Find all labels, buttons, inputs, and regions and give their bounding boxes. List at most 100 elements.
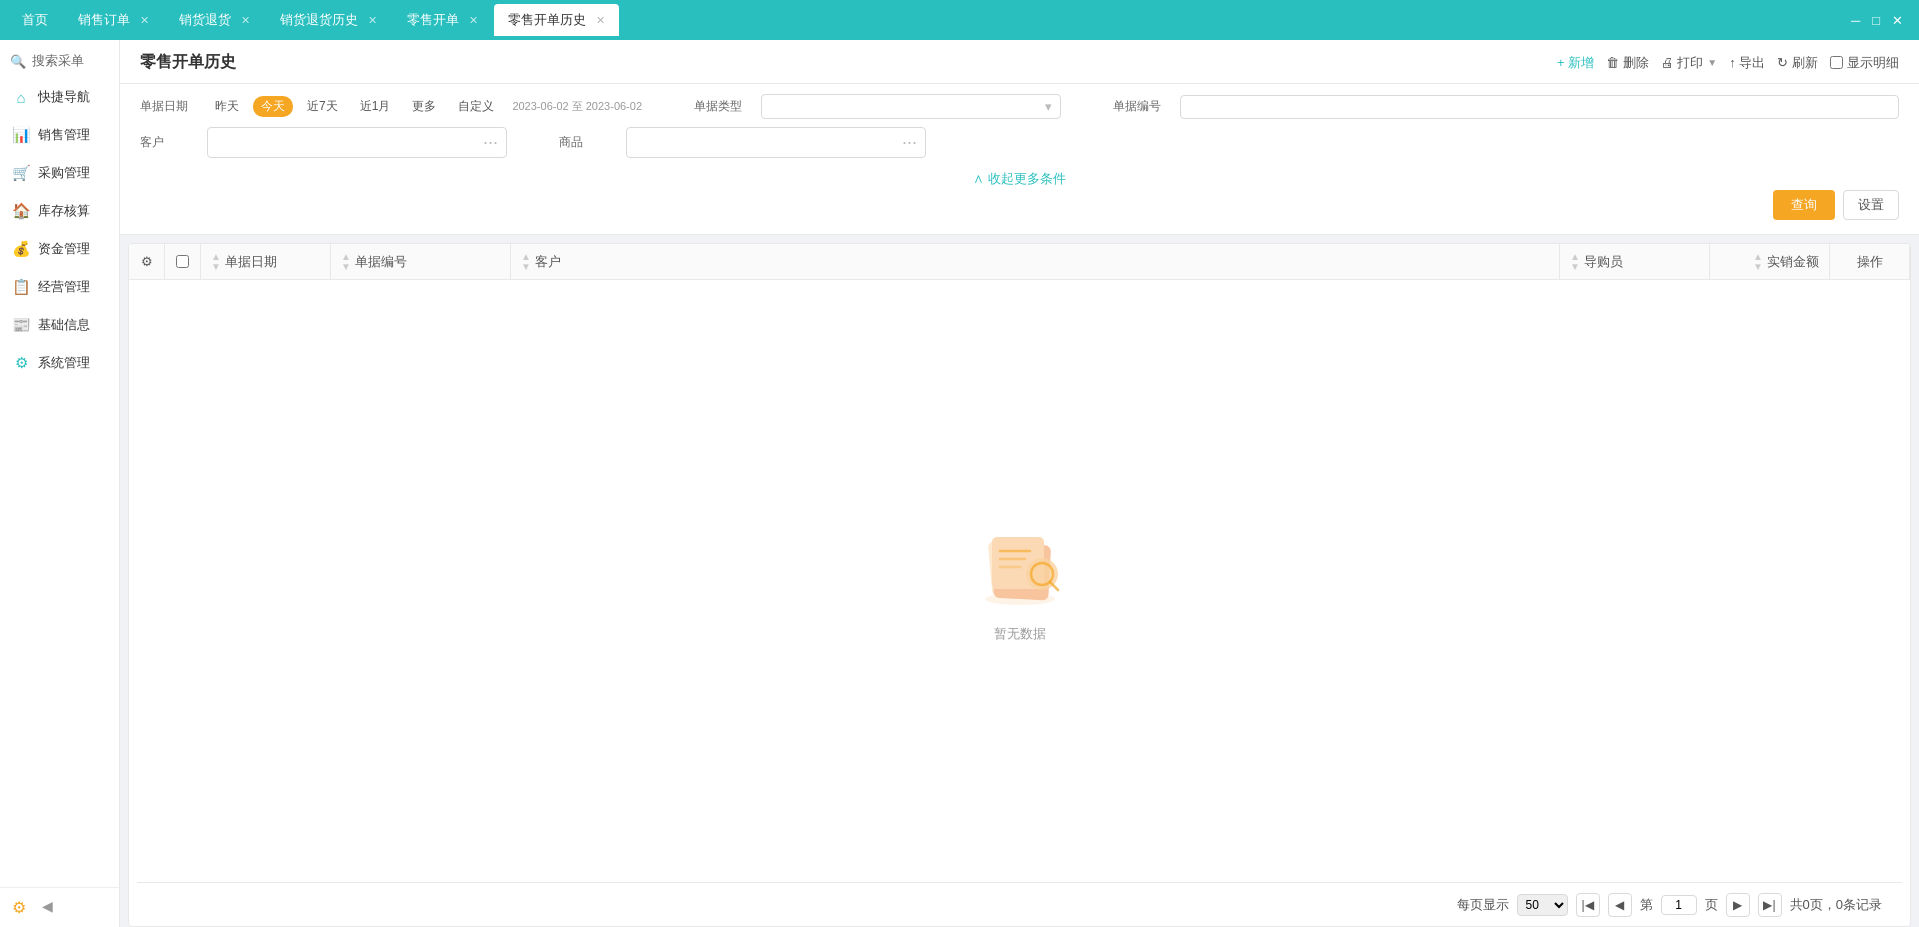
page-last-btn[interactable]: ▶| <box>1758 893 1782 917</box>
display-detail-toggle[interactable]: 显示明细 <box>1830 54 1899 72</box>
page-label: 第 <box>1640 896 1653 914</box>
date-btn-more[interactable]: 更多 <box>404 96 444 117</box>
product-input[interactable]: ··· <box>626 127 926 158</box>
purchase-icon: 🛒 <box>12 164 30 182</box>
sidebar-item-nav-guide[interactable]: ⌂ 快捷导航 <box>0 78 119 116</box>
sales-icon: 📊 <box>12 126 30 144</box>
page-size-select[interactable]: 50 100 200 <box>1517 894 1568 916</box>
page-title: 零售开单历史 <box>140 52 236 73</box>
client-label: 客户 <box>140 134 195 151</box>
empty-text: 暂无数据 <box>994 625 1046 643</box>
date-btn-last7[interactable]: 近7天 <box>299 96 346 117</box>
basic-icon: 📰 <box>12 316 30 334</box>
tab-close-retail-open[interactable]: ✕ <box>469 14 478 27</box>
refresh-button[interactable]: ↻ 刷新 <box>1777 54 1818 72</box>
export-button[interactable]: ↑ 导出 <box>1729 54 1765 72</box>
date-btn-last1m[interactable]: 近1月 <box>352 96 399 117</box>
table-container: ⚙ ▲▼ 单据日期 ▲▼ 单据编号 ▲▼ 客户 ▲▼ <box>128 243 1911 927</box>
page-header: 零售开单历史 + 新增 🗑 删除 🖨 打印 ▼ ↑ 导出 <box>120 40 1919 84</box>
sidebar-bottom: ⚙ ◀ <box>0 887 119 927</box>
tab-home[interactable]: 首页 <box>8 4 62 36</box>
chevron-down-icon: ▾ <box>1045 99 1052 114</box>
empty-state: 暂无数据 <box>129 280 1910 882</box>
setting-button[interactable]: 设置 <box>1843 190 1899 220</box>
client-ellipsis-icon[interactable]: ··· <box>483 132 498 153</box>
sort-icon-num: ▲▼ <box>341 252 351 272</box>
tab-close-retail-open-history[interactable]: ✕ <box>596 14 605 27</box>
sidebar-item-nav-inventory[interactable]: 🏠 库存核算 <box>0 192 119 230</box>
page-number-input[interactable] <box>1661 895 1697 915</box>
filter-row-1: 单据日期 昨天 今天 近7天 近1月 更多 自定义 2023-06-02 至 2… <box>140 94 1899 119</box>
sidebar-search[interactable]: 🔍 搜索采单 <box>0 40 119 78</box>
tab-retail-open[interactable]: 零售开单 ✕ <box>393 4 492 36</box>
select-all-checkbox[interactable] <box>176 255 189 268</box>
product-ellipsis-icon[interactable]: ··· <box>902 132 917 153</box>
order-type-label: 单据类型 <box>694 98 749 115</box>
content-area: 零售开单历史 + 新增 🗑 删除 🖨 打印 ▼ ↑ 导出 <box>120 40 1919 927</box>
th-check[interactable] <box>165 244 201 279</box>
settings-bottom-icon[interactable]: ⚙ <box>12 898 26 917</box>
sidebar-item-nav-basic[interactable]: 📰 基础信息 <box>0 306 119 344</box>
th-client[interactable]: ▲▼ 客户 <box>511 244 1560 279</box>
date-btn-yesterday[interactable]: 昨天 <box>207 96 247 117</box>
tab-close-sales-return-history[interactable]: ✕ <box>368 14 377 27</box>
order-type-select[interactable]: ▾ <box>761 94 1061 119</box>
order-num-label: 单据编号 <box>1113 98 1168 115</box>
sidebar-item-nav-sales[interactable]: 📊 销售管理 <box>0 116 119 154</box>
page-next-btn[interactable]: ▶ <box>1726 893 1750 917</box>
sort-icon-client: ▲▼ <box>521 252 531 272</box>
date-btn-custom[interactable]: 自定义 <box>450 96 502 117</box>
th-num[interactable]: ▲▼ 单据编号 <box>331 244 511 279</box>
top-tabbar: 首页 销售订单 ✕ 销货退货 ✕ 销货退货历史 ✕ 零售开单 ✕ 零售开单历史 … <box>0 0 1919 40</box>
system-icon: ⚙ <box>12 354 30 372</box>
date-btn-today[interactable]: 今天 <box>253 96 293 117</box>
page-title-row: 零售开单历史 + 新增 🗑 删除 🖨 打印 ▼ ↑ 导出 <box>140 52 1899 73</box>
order-num-input[interactable] <box>1180 95 1899 119</box>
print-dropdown-icon[interactable]: ▼ <box>1707 57 1717 68</box>
date-range-display: 2023-06-02 至 2023-06-02 <box>512 99 642 114</box>
delete-button[interactable]: 🗑 删除 <box>1606 54 1649 72</box>
main-layout: 🔍 搜索采单 ⌂ 快捷导航 📊 销售管理 🛒 采购管理 🏠 库存核算 💰 资金管… <box>0 40 1919 927</box>
settings-icon: ⚙ <box>141 254 153 269</box>
pagination: 每页显示 50 100 200 |◀ ◀ 第 页 ▶ ▶| 共0页，0条记录 <box>137 882 1902 926</box>
sidebar-item-nav-finance[interactable]: 💰 资金管理 <box>0 230 119 268</box>
table-header: ⚙ ▲▼ 单据日期 ▲▼ 单据编号 ▲▼ 客户 ▲▼ <box>129 244 1910 280</box>
tab-close-sales-return[interactable]: ✕ <box>241 14 250 27</box>
close-window-icon[interactable]: ✕ <box>1892 13 1903 28</box>
page-prev-btn[interactable]: ◀ <box>1608 893 1632 917</box>
display-detail-checkbox[interactable] <box>1830 56 1843 69</box>
query-button[interactable]: 查询 <box>1773 190 1835 220</box>
finance-icon: 💰 <box>12 240 30 258</box>
filter-area: 单据日期 昨天 今天 近7天 近1月 更多 自定义 2023-06-02 至 2… <box>120 84 1919 235</box>
sidebar-item-nav-purchase[interactable]: 🛒 采购管理 <box>0 154 119 192</box>
tab-retail-open-history[interactable]: 零售开单历史 ✕ <box>494 4 619 36</box>
page-first-btn[interactable]: |◀ <box>1576 893 1600 917</box>
tab-close-sales-order[interactable]: ✕ <box>140 14 149 27</box>
print-button[interactable]: 🖨 打印 ▼ <box>1661 54 1718 72</box>
toolbar: + 新增 🗑 删除 🖨 打印 ▼ ↑ 导出 ↻ 刷新 <box>1557 54 1899 72</box>
minimize-icon[interactable]: ─ <box>1851 13 1860 28</box>
operation-icon: 📋 <box>12 278 30 296</box>
tab-sales-return[interactable]: 销货退货 ✕ <box>165 4 264 36</box>
add-button[interactable]: + 新增 <box>1557 54 1594 72</box>
th-guide[interactable]: ▲▼ 导购员 <box>1560 244 1710 279</box>
th-amount[interactable]: ▲▼ 实销金额 <box>1710 244 1830 279</box>
sidebar-item-nav-operation[interactable]: 📋 经营管理 <box>0 268 119 306</box>
window-controls: ─ □ ✕ <box>1851 13 1911 28</box>
home-icon: ⌂ <box>12 89 30 106</box>
search-icon: 🔍 <box>10 54 26 69</box>
sidebar-item-nav-system[interactable]: ⚙ 系统管理 <box>0 344 119 382</box>
tab-sales-return-history[interactable]: 销货退货历史 ✕ <box>266 4 391 36</box>
date-label: 单据日期 <box>140 98 195 115</box>
filter-row-2: 客户 ··· 商品 ··· <box>140 127 1899 158</box>
collapse-sidebar-icon[interactable]: ◀ <box>42 898 53 917</box>
sort-icon-guide: ▲▼ <box>1570 252 1580 272</box>
sort-icon-amount: ▲▼ <box>1753 252 1763 272</box>
maximize-icon[interactable]: □ <box>1872 13 1880 28</box>
th-settings[interactable]: ⚙ <box>129 244 165 279</box>
sort-icon: ▲▼ <box>211 252 221 272</box>
inventory-icon: 🏠 <box>12 202 30 220</box>
client-input[interactable]: ··· <box>207 127 507 158</box>
th-date[interactable]: ▲▼ 单据日期 <box>201 244 331 279</box>
tab-sales-order[interactable]: 销售订单 ✕ <box>64 4 163 36</box>
